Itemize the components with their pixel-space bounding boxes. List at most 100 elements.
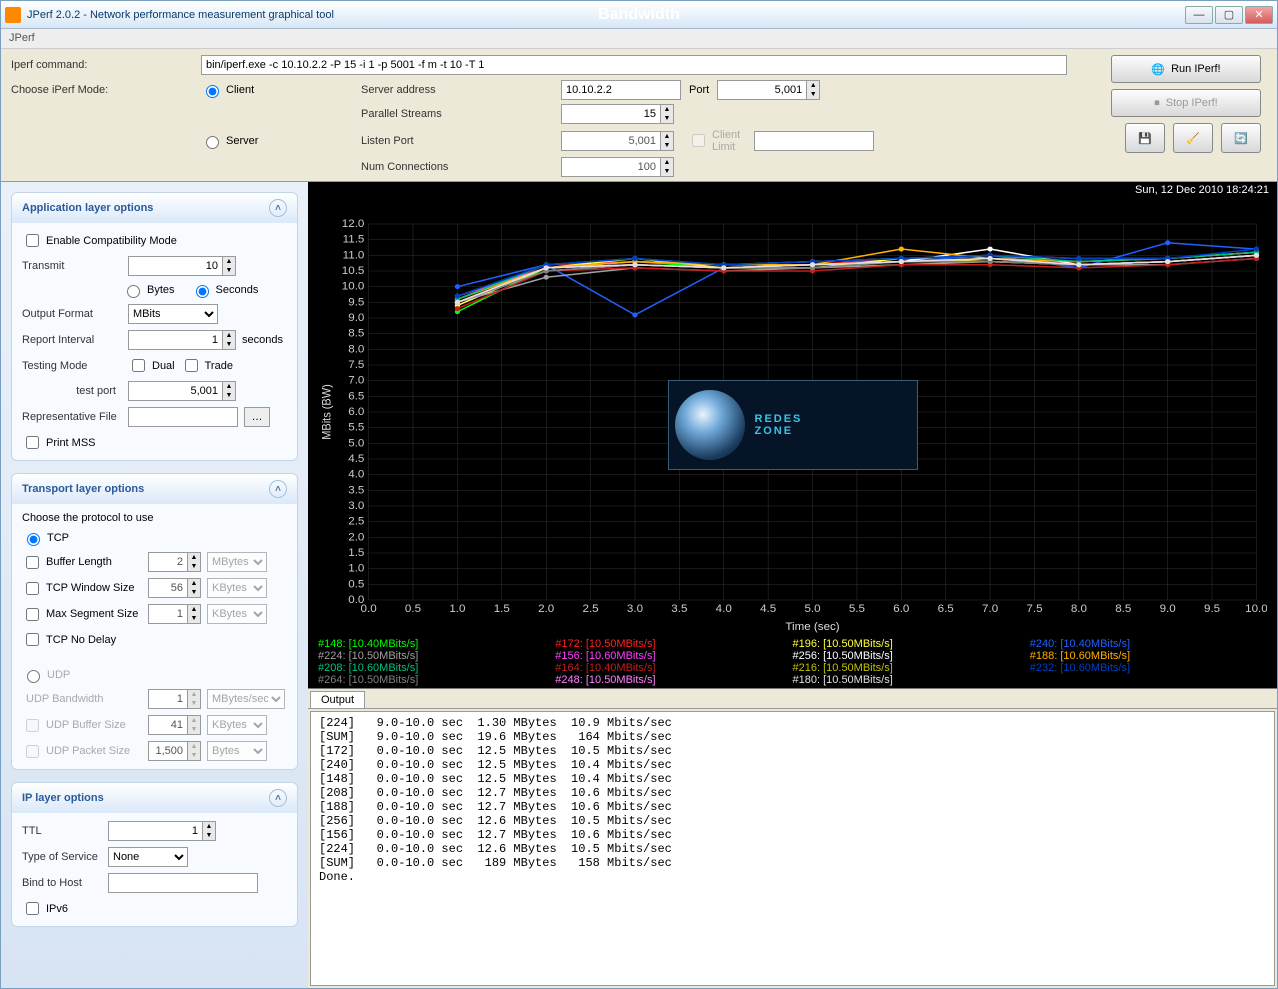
svg-text:5.5: 5.5 (849, 603, 865, 615)
print-mss-check[interactable]: Print MSS (22, 433, 287, 452)
menubar[interactable]: JPerf (1, 29, 1277, 49)
svg-text:9.5: 9.5 (1204, 603, 1220, 615)
tcp-window-input (148, 578, 188, 598)
listen-port-input (561, 131, 661, 151)
svg-text:5.0: 5.0 (804, 603, 820, 615)
ip-layer-title: IP layer options (22, 792, 104, 804)
port-up[interactable]: ▲ (807, 81, 819, 90)
save-icon: 💾 (1138, 132, 1152, 145)
transport-layer-title: Transport layer options (22, 483, 144, 495)
trade-check[interactable]: Trade (181, 356, 233, 375)
buffer-length-unit: MBytes (207, 552, 267, 572)
client-limit-check: Client Limit (688, 129, 740, 153)
tcp-radio[interactable]: TCP (22, 530, 287, 546)
right-panel: Sun, 12 Dec 2010 18:24:21 Bandwidth 0.00… (308, 182, 1277, 988)
chart-title: Bandwidth (0, 6, 1278, 24)
svg-text:10.0: 10.0 (342, 281, 365, 293)
svg-text:6.5: 6.5 (348, 391, 364, 403)
svg-text:0.0: 0.0 (361, 603, 377, 615)
bind-host-input[interactable] (108, 873, 258, 893)
clear-icon: 🧹 (1186, 132, 1200, 145)
compat-mode-check[interactable]: Enable Compatibility Mode (22, 231, 287, 250)
udp-bw-input (148, 689, 188, 709)
output-textarea[interactable]: [224] 9.0-10.0 sec 1.30 MBytes 10.9 Mbit… (310, 711, 1275, 986)
transmit-input[interactable] (128, 256, 223, 276)
parallel-streams-input[interactable] (561, 104, 661, 124)
transmit-seconds-radio[interactable]: Seconds (191, 282, 259, 298)
port-input[interactable] (717, 80, 807, 100)
ttl-label: TTL (22, 825, 102, 837)
test-port-input[interactable] (128, 381, 223, 401)
mode-server-radio[interactable]: Server (201, 133, 361, 149)
dual-check[interactable]: Dual (128, 356, 175, 375)
run-icon: 🌐 (1151, 63, 1165, 76)
representative-file-label: Representative File (22, 411, 122, 423)
top-controls: Iperf command: 🌐Run IPerf! ⏹Stop IPerf! … (1, 49, 1277, 181)
tos-select[interactable]: None (108, 847, 188, 867)
svg-text:8.0: 8.0 (348, 344, 364, 356)
svg-text:3.0: 3.0 (627, 603, 643, 615)
iperf-command-label: Iperf command: (11, 59, 201, 71)
svg-text:3.5: 3.5 (671, 603, 687, 615)
svg-text:7.5: 7.5 (348, 359, 364, 371)
buffer-length-check[interactable]: Buffer Length (22, 553, 142, 572)
tcp-window-check[interactable]: TCP Window Size (22, 579, 142, 598)
browse-button[interactable]: … (244, 407, 270, 427)
ttl-input[interactable] (108, 821, 203, 841)
svg-text:2.5: 2.5 (583, 603, 599, 615)
watermark-logo: REDESZONE (668, 380, 918, 470)
output-section: Output [224] 9.0-10.0 sec 1.30 MBytes 10… (308, 688, 1277, 988)
clear-button[interactable]: 🧹 (1173, 123, 1213, 153)
svg-text:3.5: 3.5 (348, 485, 364, 497)
transport-layer-group: Transport layer options˄ Choose the prot… (11, 473, 298, 770)
udp-packet-unit: Bytes (207, 741, 267, 761)
mode-client-radio[interactable]: Client (201, 82, 361, 98)
ip-layer-collapse[interactable]: ˄ (269, 789, 287, 807)
svg-text:7.0: 7.0 (982, 603, 998, 615)
buffer-length-input (148, 552, 188, 572)
run-iperf-button[interactable]: 🌐Run IPerf! (1111, 55, 1261, 83)
output-format-select[interactable]: MBits (128, 304, 218, 324)
transport-collapse[interactable]: ˄ (269, 480, 287, 498)
representative-file-input[interactable] (128, 407, 238, 427)
refresh-button[interactable]: 🔄 (1221, 123, 1261, 153)
svg-text:12.0: 12.0 (342, 218, 365, 230)
port-down[interactable]: ▼ (807, 90, 819, 99)
svg-text:7.0: 7.0 (348, 375, 364, 387)
test-port-label: test port (22, 385, 122, 397)
save-button[interactable]: 💾 (1125, 123, 1165, 153)
num-connections-input (561, 157, 661, 177)
report-interval-unit: seconds (242, 334, 283, 346)
app-layer-collapse[interactable]: ˄ (269, 199, 287, 217)
transmit-bytes-radio[interactable]: Bytes (122, 282, 175, 298)
client-limit-input (754, 131, 874, 151)
app-layer-group: Application layer options˄ Enable Compat… (11, 192, 298, 461)
udp-radio[interactable]: UDP (22, 667, 287, 683)
server-address-label: Server address (361, 84, 561, 96)
svg-text:6.5: 6.5 (938, 603, 954, 615)
svg-text:1.5: 1.5 (494, 603, 510, 615)
tcp-nodelay-check[interactable]: TCP No Delay (22, 630, 287, 649)
stop-iperf-button[interactable]: ⏹Stop IPerf! (1111, 89, 1261, 117)
parallel-up[interactable]: ▲ (661, 105, 673, 114)
report-interval-input[interactable] (128, 330, 223, 350)
report-interval-label: Report Interval (22, 334, 122, 346)
iperf-command-input[interactable] (201, 55, 1067, 75)
server-address-input[interactable] (561, 80, 681, 100)
mss-check[interactable]: Max Segment Size (22, 605, 142, 624)
bind-host-label: Bind to Host (22, 877, 102, 889)
svg-text:11.0: 11.0 (343, 250, 365, 262)
output-tab[interactable]: Output (310, 691, 365, 708)
svg-text:7.5: 7.5 (1026, 603, 1042, 615)
udp-packet-input (148, 741, 188, 761)
transmit-label: Transmit (22, 260, 122, 272)
ipv6-check[interactable]: IPv6 (22, 899, 287, 918)
svg-text:9.0: 9.0 (1160, 603, 1176, 615)
svg-text:10.5: 10.5 (342, 265, 365, 277)
bandwidth-chart: 0.00.51.01.52.02.53.03.54.04.55.05.56.06… (308, 198, 1277, 634)
svg-text:5.5: 5.5 (348, 422, 364, 434)
svg-text:1.0: 1.0 (449, 603, 465, 615)
udp-bw-label: UDP Bandwidth (22, 693, 142, 705)
udp-packet-check: UDP Packet Size (22, 742, 142, 761)
parallel-down[interactable]: ▼ (661, 114, 673, 123)
